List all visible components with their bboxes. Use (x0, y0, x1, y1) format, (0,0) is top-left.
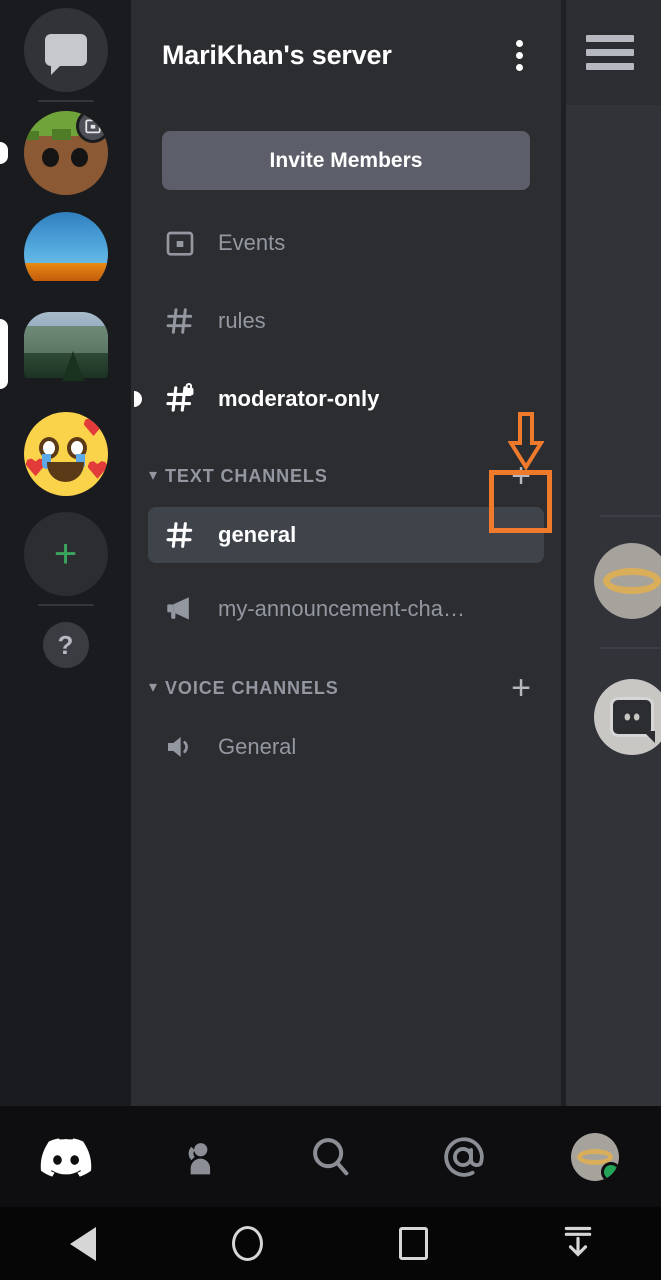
profile-tab[interactable] (529, 1106, 661, 1207)
status-badge (600, 1161, 619, 1181)
sidebar-item-label: general (218, 522, 297, 547)
emoji-face-avatar (23, 412, 108, 496)
message-divider (600, 515, 661, 517)
sidebar-item-label: rules (218, 308, 266, 333)
add-voice-channel-button[interactable]: + (499, 671, 543, 705)
chat-topbar (566, 0, 661, 105)
invite-members-button[interactable]: Invite Members (162, 131, 530, 190)
bottom-navigation (0, 1106, 661, 1207)
help-label: ? (57, 629, 74, 660)
active-server-pill (0, 319, 8, 389)
server-item-ocean[interactable] (0, 204, 131, 304)
circle-home-icon (232, 1226, 264, 1261)
sidebar-item-moderator-only[interactable]: moderator-only (134, 371, 544, 427)
square-recents-icon (398, 1227, 428, 1260)
sidebar-item-events[interactable]: Events (148, 215, 544, 271)
hash-icon (164, 305, 204, 337)
mountain-photo-avatar (23, 312, 108, 396)
sidebar-item-rules[interactable]: rules (148, 293, 544, 349)
recents-button[interactable] (331, 1227, 496, 1260)
category-label: VOICE CHANNELS (165, 677, 339, 698)
server-item-emoji[interactable] (0, 404, 131, 504)
mention-at-icon (440, 1134, 486, 1180)
server-item-marikhan[interactable] (0, 304, 131, 404)
sidebar-item-label: General (218, 734, 297, 759)
category-label: TEXT CHANNELS (165, 465, 328, 486)
mentions-tab[interactable] (397, 1106, 529, 1207)
sidebar-item-label: moderator-only (218, 386, 380, 411)
discord-mobile-screen: + ? MariKhan's server Invite Members Eve… (0, 0, 661, 1280)
chevron-down-icon: ▾ (149, 467, 158, 484)
down-arrow-icon (558, 1221, 598, 1266)
sidebar-item-general-voice[interactable]: General (148, 719, 544, 775)
more-options-button[interactable] (503, 33, 535, 77)
event-badge (75, 111, 108, 143)
category-voice-channels[interactable]: ▾ VOICE CHANNELS + (143, 665, 549, 711)
discord-logo-avatar[interactable] (594, 679, 661, 755)
help-button[interactable]: ? (0, 606, 131, 684)
sidebar-item-label: my-announcement-cha… (218, 596, 466, 621)
ring-photo-avatar[interactable] (594, 543, 661, 619)
chat-panel-peek[interactable] (566, 0, 661, 1106)
megaphone-icon (164, 594, 204, 624)
search-tab[interactable] (264, 1106, 396, 1207)
sidebar-item-label: Events (218, 230, 286, 255)
help-icon: ? (42, 622, 89, 668)
panel-header: MariKhan's server (131, 0, 561, 110)
friends-tab[interactable] (132, 1106, 264, 1207)
hash-icon (164, 519, 204, 551)
back-button[interactable] (0, 1226, 165, 1261)
speaker-icon (164, 732, 204, 762)
sidebar-item-general[interactable]: general (148, 507, 544, 563)
add-server-button[interactable]: + (0, 504, 131, 604)
android-navigation-bar (0, 1207, 661, 1280)
page-title: MariKhan's server (162, 39, 392, 70)
ocean-photo-avatar (23, 212, 108, 296)
chat-bubble-icon (23, 8, 108, 92)
unread-pill (0, 142, 8, 164)
add-text-channel-button[interactable]: + (499, 459, 543, 493)
friends-icon (176, 1135, 220, 1179)
search-icon (308, 1134, 354, 1180)
triangle-back-icon (69, 1226, 96, 1261)
message-divider (600, 647, 661, 649)
minecraft-dirt-avatar (23, 111, 108, 195)
sidebar-item-my-announcement[interactable]: my-announcement-cha… (148, 581, 544, 637)
plus-icon: + (23, 512, 108, 596)
category-text-channels[interactable]: ▾ TEXT CHANNELS + (143, 453, 549, 499)
server-rail: + ? (0, 0, 131, 1106)
channel-sidebar: MariKhan's server Invite Members Events (131, 0, 561, 1106)
calendar-icon (164, 227, 204, 259)
servers-tab[interactable] (0, 1106, 132, 1207)
home-dms-button[interactable] (0, 0, 131, 100)
chevron-down-icon: ▾ (149, 679, 158, 696)
hide-keyboard-button[interactable] (496, 1221, 661, 1266)
home-button[interactable] (165, 1226, 330, 1261)
discord-logo-icon (40, 1136, 92, 1178)
server-item-minecraft[interactable] (0, 102, 131, 204)
hamburger-menu-icon[interactable] (586, 35, 634, 70)
add-server-label: + (53, 532, 78, 576)
user-avatar (570, 1132, 619, 1181)
channel-list: Events rules moderator-only ▾ TEXT CHANN… (131, 215, 561, 797)
hash-lock-icon (164, 382, 204, 416)
